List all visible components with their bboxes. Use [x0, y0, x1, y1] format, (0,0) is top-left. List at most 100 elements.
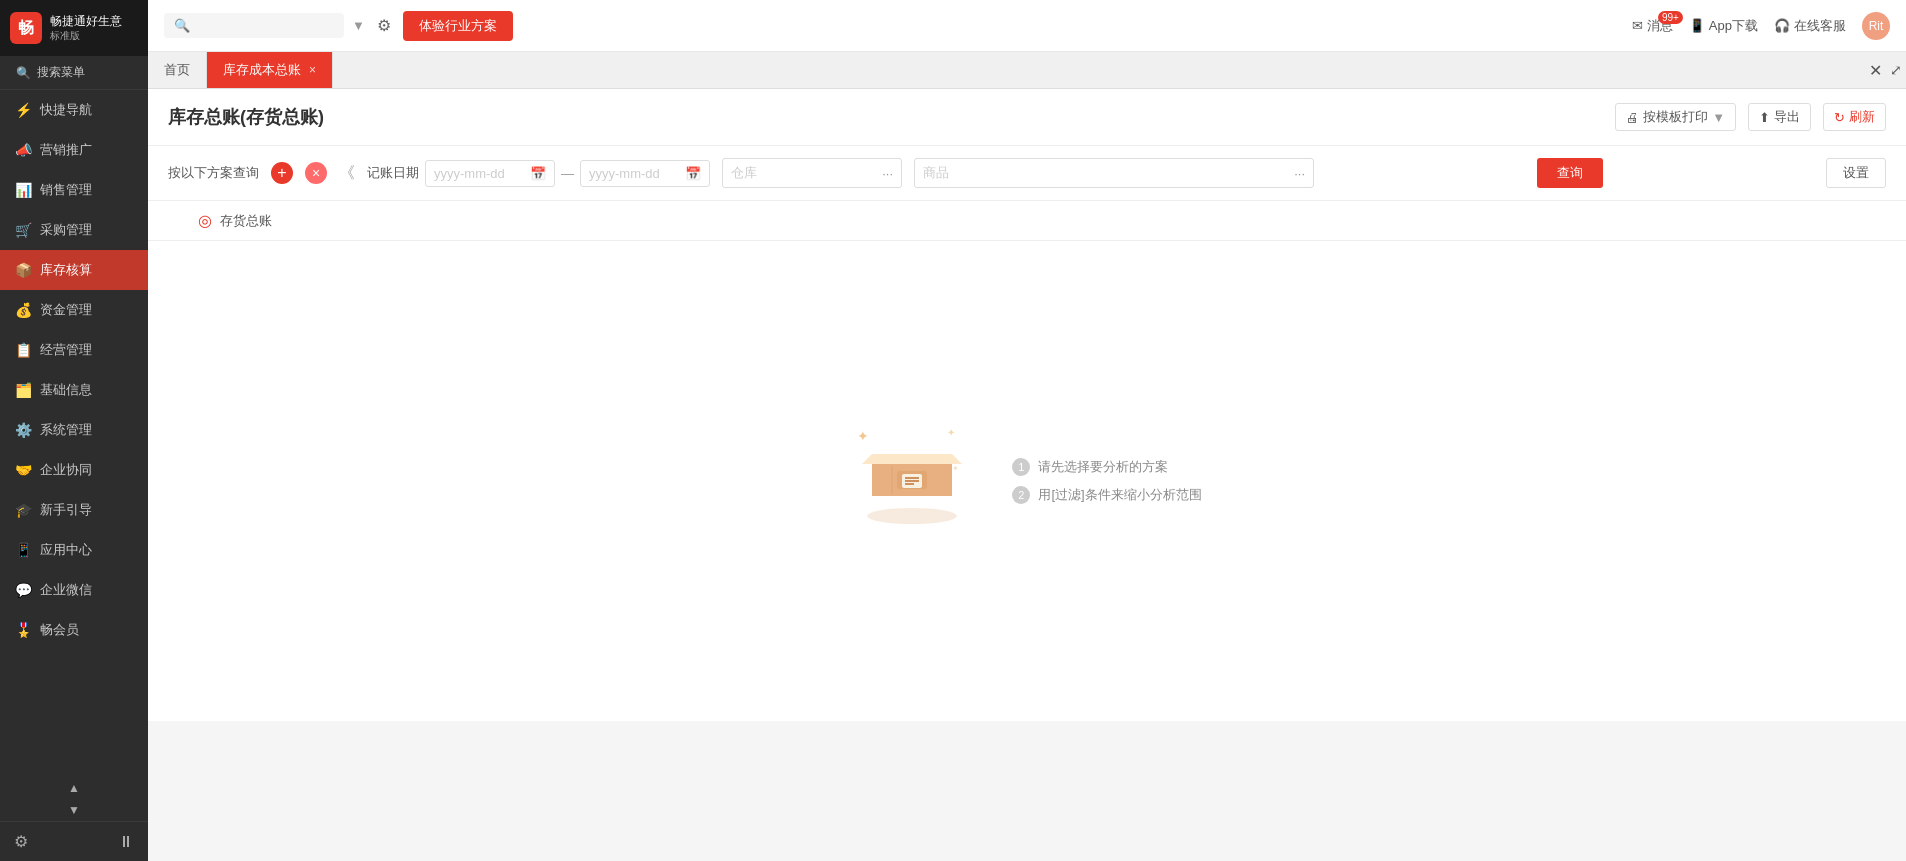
filter-collapse-icon[interactable]: 《 — [339, 163, 355, 184]
sidebar-item-operation[interactable]: 📋 经营管理 — [0, 330, 148, 370]
sidebar-item-quick-nav[interactable]: ⚡ 快捷导航 — [0, 90, 148, 130]
empty-state: ✦ ✦ ✦ 1 请先选择要分析的方案 2 用[过滤]条件来缩小分析范围 — [148, 241, 1906, 721]
topbar-message[interactable]: ✉ 消息 99+ — [1632, 17, 1673, 35]
empty-content-row: ✦ ✦ ✦ 1 请先选择要分析的方案 2 用[过滤]条件来缩小分析范围 — [852, 416, 1201, 546]
app-logo-text: 畅捷通好生意 标准版 — [50, 14, 122, 43]
date-input-group: 记账日期 yyyy-mm-dd 📅 — yyyy-mm-dd 📅 — [367, 160, 710, 187]
tab-close-icon[interactable]: × — [309, 63, 316, 77]
sidebar-item-member[interactable]: 🎖️ 畅会员 — [0, 610, 148, 650]
date-label: 记账日期 — [367, 164, 419, 182]
sidebar-item-basic[interactable]: 🗂️ 基础信息 — [0, 370, 148, 410]
tabs-bar: 首页 库存成本总账 × ✕ ⤢ — [148, 52, 1906, 89]
system-icon: ⚙️ — [14, 421, 32, 439]
headset-icon: 🎧 — [1774, 18, 1790, 33]
enterprise-wechat-icon: 💬 — [14, 581, 32, 599]
product-select[interactable]: 商品 ··· — [914, 158, 1314, 188]
refresh-icon: ↻ — [1834, 110, 1845, 125]
topbar-gear-icon[interactable]: ⚙ — [377, 16, 391, 35]
finance-icon: 💰 — [14, 301, 32, 319]
app-logo-icon: 畅 — [10, 12, 42, 44]
topbar-online-service[interactable]: 🎧 在线客服 — [1774, 17, 1846, 35]
topbar-search-area[interactable]: 🔍 — [164, 13, 344, 38]
message-icon: ✉ — [1632, 18, 1643, 33]
tabs-resize-icon[interactable]: ⤢ — [1890, 62, 1902, 78]
svg-text:✦: ✦ — [952, 464, 959, 473]
filter-label: 按以下方案查询 — [168, 164, 259, 182]
empty-svg: ✦ ✦ ✦ — [852, 416, 972, 526]
svg-text:✦: ✦ — [857, 428, 869, 444]
phone-icon: 📱 — [1689, 18, 1705, 33]
product-more-icon[interactable]: ··· — [1294, 166, 1305, 181]
sales-icon: 📊 — [14, 181, 32, 199]
sidebar-search[interactable]: 🔍 搜索菜单 — [0, 56, 148, 90]
purchase-icon: 🛒 — [14, 221, 32, 239]
industry-btn[interactable]: 体验行业方案 — [403, 11, 513, 41]
tab-inventory-ledger[interactable]: 库存成本总账 × — [207, 52, 333, 88]
tabs-bar-close-icon[interactable]: ✕ — [1869, 61, 1882, 80]
operation-icon: 📋 — [14, 341, 32, 359]
settings-btn[interactable]: 设置 — [1826, 158, 1886, 188]
page-title: 库存总账(存货总账) — [168, 105, 324, 129]
refresh-btn[interactable]: ↻ 刷新 — [1823, 103, 1886, 131]
topbar-app-download[interactable]: 📱 App下载 — [1689, 17, 1758, 35]
page-container: 库存总账(存货总账) 🖨 按模板打印 ▼ ⬆ 导出 ↻ 刷新 按以下方案查询 — [148, 89, 1906, 861]
date-end-input[interactable]: yyyy-mm-dd 📅 — [580, 160, 710, 187]
sidebar-item-purchase[interactable]: 🛒 采购管理 — [0, 210, 148, 250]
enterprise-icon: 🤝 — [14, 461, 32, 479]
print-btn[interactable]: 🖨 按模板打印 ▼ — [1615, 103, 1736, 131]
topbar-user[interactable]: Rit — [1862, 12, 1890, 40]
date-start-input[interactable]: yyyy-mm-dd 📅 — [425, 160, 555, 187]
sub-filter-text: 存货总账 — [220, 212, 272, 230]
sidebar-item-system[interactable]: ⚙️ 系统管理 — [0, 410, 148, 450]
inventory-icon: 📦 — [14, 261, 32, 279]
svg-point-0 — [867, 508, 957, 524]
export-btn[interactable]: ⬆ 导出 — [1748, 103, 1811, 131]
print-icon: 🖨 — [1626, 110, 1639, 125]
sidebar-scroll-up[interactable]: ▲ — [0, 777, 148, 799]
sidebar-item-enterprise[interactable]: 🤝 企业协同 — [0, 450, 148, 490]
topbar-search-text — [196, 17, 256, 34]
filter-del-btn[interactable]: × — [305, 162, 327, 184]
topbar-search-icon: 🔍 — [174, 18, 190, 33]
sidebar-logo: 畅 畅捷通好生意 标准版 — [0, 0, 148, 56]
query-btn[interactable]: 查询 — [1537, 158, 1603, 188]
sidebar: 畅 畅捷通好生意 标准版 🔍 搜索菜单 ⚡ 快捷导航 📣 营销推广 📊 销售管理… — [0, 0, 148, 861]
marketing-icon: 📣 — [14, 141, 32, 159]
settings-footer-icon[interactable]: ⚙ — [14, 832, 28, 851]
sidebar-item-newbie[interactable]: 🎓 新手引导 — [0, 490, 148, 530]
tab-home[interactable]: 首页 — [148, 52, 207, 88]
sidebar-item-app-center[interactable]: 📱 应用中心 — [0, 530, 148, 570]
topbar-dropdown-icon[interactable]: ▼ — [352, 18, 365, 33]
calendar-end-icon: 📅 — [685, 166, 701, 181]
sidebar-item-enterprise-wechat[interactable]: 💬 企业微信 — [0, 570, 148, 610]
collapse-icon[interactable]: ⏸ — [118, 833, 134, 851]
sub-filter: ◎ 存货总账 — [148, 201, 1906, 241]
warehouse-select[interactable]: 仓库 ··· — [722, 158, 902, 188]
sidebar-item-sales[interactable]: 📊 销售管理 — [0, 170, 148, 210]
sidebar-nav: ⚡ 快捷导航 📣 营销推广 📊 销售管理 🛒 采购管理 📦 库存核算 💰 资金管… — [0, 90, 148, 777]
print-dropdown-icon: ▼ — [1712, 110, 1725, 125]
filter-add-btn[interactable]: + — [271, 162, 293, 184]
warehouse-more-icon[interactable]: ··· — [882, 166, 893, 181]
topbar-left: 🔍 ▼ ⚙ 体验行业方案 — [164, 11, 1632, 41]
export-icon: ⬆ — [1759, 110, 1770, 125]
page-actions: 🖨 按模板打印 ▼ ⬆ 导出 ↻ 刷新 — [1615, 103, 1886, 131]
filter-bar: 按以下方案查询 + × 《 记账日期 yyyy-mm-dd 📅 — yyyy-m… — [148, 146, 1906, 201]
user-avatar: Rit — [1862, 12, 1890, 40]
empty-hint-item-1: 1 请先选择要分析的方案 — [1012, 458, 1201, 476]
sub-filter-icon: ◎ — [198, 211, 212, 230]
empty-illustration: ✦ ✦ ✦ — [852, 416, 972, 526]
empty-hint-item-2: 2 用[过滤]条件来缩小分析范围 — [1012, 486, 1201, 504]
topbar: 🔍 ▼ ⚙ 体验行业方案 ✉ 消息 99+ 📱 App下载 🎧 在线客服 — [148, 0, 1906, 52]
basic-icon: 🗂️ — [14, 381, 32, 399]
sidebar-item-marketing[interactable]: 📣 营销推广 — [0, 130, 148, 170]
member-icon: 🎖️ — [14, 621, 32, 639]
sidebar-item-inventory[interactable]: 📦 库存核算 — [0, 250, 148, 290]
quick-nav-icon: ⚡ — [14, 101, 32, 119]
newbie-icon: 🎓 — [14, 501, 32, 519]
sidebar-scroll-down[interactable]: ▼ — [0, 799, 148, 821]
sidebar-item-finance[interactable]: 💰 资金管理 — [0, 290, 148, 330]
search-icon: 🔍 — [16, 66, 31, 80]
empty-hint: 1 请先选择要分析的方案 2 用[过滤]条件来缩小分析范围 — [1012, 458, 1201, 504]
app-center-icon: 📱 — [14, 541, 32, 559]
